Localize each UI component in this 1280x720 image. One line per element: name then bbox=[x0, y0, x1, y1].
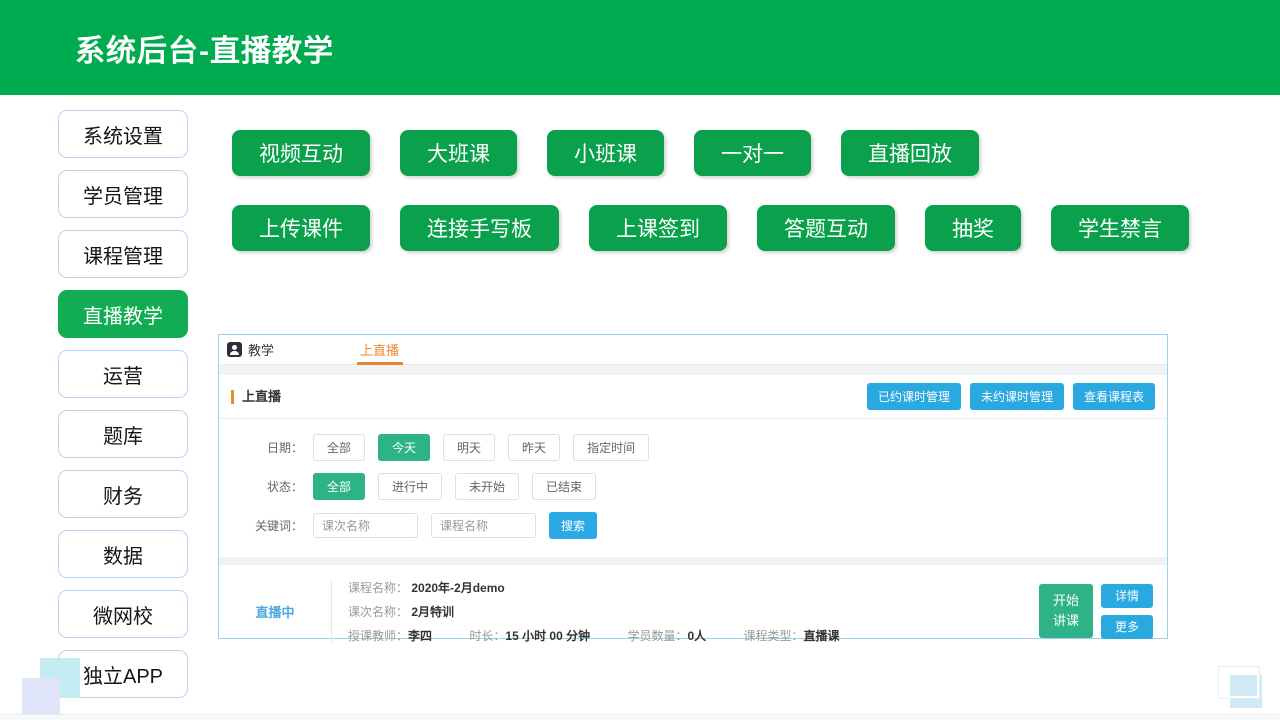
vertical-divider bbox=[331, 580, 332, 642]
feature-lottery-button[interactable]: 抽奖 bbox=[925, 205, 1021, 251]
filter-area: 日期： 全部 今天 明天 昨天 指定时间 状态： 全部 进行中 未开始 已结束 … bbox=[219, 419, 1167, 557]
sidebar-item-system-settings[interactable]: 系统设置 bbox=[58, 110, 188, 158]
sidebar-item-course-management[interactable]: 课程管理 bbox=[58, 230, 188, 278]
feature-large-class-button[interactable]: 大班课 bbox=[400, 130, 517, 176]
teacher-value: 李四 bbox=[408, 629, 432, 643]
date-filter-row: 日期： 全部 今天 明天 昨天 指定时间 bbox=[245, 434, 1167, 461]
sidebar-item-operations[interactable]: 运营 bbox=[58, 350, 188, 398]
section-header-row: 上直播 已约课时管理 未约课时管理 查看课程表 bbox=[219, 375, 1167, 419]
panel-divider-strip bbox=[219, 365, 1167, 375]
status-filter-row: 状态： 全部 进行中 未开始 已结束 bbox=[245, 473, 1167, 500]
duration-label: 时长： bbox=[469, 629, 505, 643]
feature-buttons: 视频互动 大班课 小班课 一对一 直播回放 上传课件 连接手写板 上课签到 答题… bbox=[232, 130, 1189, 280]
sidebar-item-live-teaching[interactable]: 直播教学 bbox=[58, 290, 188, 338]
feature-row-1: 视频互动 大班课 小班课 一对一 直播回放 bbox=[232, 130, 1189, 176]
tab-live-broadcast[interactable]: 上直播 bbox=[360, 335, 399, 364]
status-chip-all[interactable]: 全部 bbox=[313, 473, 365, 500]
session-name-line: 课次名称： 2月特训 bbox=[348, 603, 1039, 620]
course-type-value: 直播课 bbox=[804, 629, 840, 643]
booked-lessons-button[interactable]: 已约课时管理 bbox=[867, 383, 961, 410]
status-filter-label: 状态： bbox=[245, 478, 303, 495]
date-chip-tomorrow[interactable]: 明天 bbox=[443, 434, 495, 461]
status-chip-ended[interactable]: 已结束 bbox=[532, 473, 596, 500]
detail-button[interactable]: 详情 bbox=[1101, 584, 1153, 608]
feature-video-interaction-button[interactable]: 视频互动 bbox=[232, 130, 370, 176]
teacher-label: 授课教师： bbox=[348, 629, 408, 643]
keyword-filter-label: 关键词： bbox=[245, 517, 303, 534]
page-title: 系统后台-直播教学 bbox=[0, 26, 334, 70]
section-title: 上直播 bbox=[231, 390, 281, 404]
duration-value: 15 小时 00 分钟 bbox=[505, 629, 590, 643]
panel-app-title: 教学 bbox=[248, 340, 274, 359]
page-header: 系统后台-直播教学 bbox=[0, 0, 1280, 95]
date-filter-label: 日期： bbox=[245, 439, 303, 456]
session-name-label: 课次名称： bbox=[348, 605, 408, 619]
teaching-app-icon bbox=[227, 342, 242, 357]
course-actions: 开始 讲课 详情 更多 bbox=[1039, 584, 1153, 639]
course-name-input[interactable] bbox=[431, 513, 536, 538]
feature-one-on-one-button[interactable]: 一对一 bbox=[694, 130, 811, 176]
sidebar-item-micro-school[interactable]: 微网校 bbox=[58, 590, 188, 638]
course-name-line: 课程名称： 2020年-2月demo bbox=[348, 579, 1039, 596]
students-label: 学员数量： bbox=[627, 629, 687, 643]
date-chip-all[interactable]: 全部 bbox=[313, 434, 365, 461]
mini-button-column: 详情 更多 bbox=[1101, 584, 1153, 639]
feature-connect-tablet-button[interactable]: 连接手写板 bbox=[400, 205, 559, 251]
feature-upload-courseware-button[interactable]: 上传课件 bbox=[232, 205, 370, 251]
bottom-edge-strip bbox=[0, 714, 1280, 720]
sidebar-item-question-bank[interactable]: 题库 bbox=[58, 410, 188, 458]
start-teaching-line2: 讲课 bbox=[1053, 611, 1079, 631]
search-button[interactable]: 搜索 bbox=[549, 512, 597, 539]
feature-quiz-interaction-button[interactable]: 答题互动 bbox=[757, 205, 895, 251]
course-name-label: 课程名称： bbox=[348, 581, 408, 595]
feature-row-2: 上传课件 连接手写板 上课签到 答题互动 抽奖 学生禁言 bbox=[232, 205, 1189, 251]
date-chip-today[interactable]: 今天 bbox=[378, 434, 430, 461]
start-teaching-line1: 开始 bbox=[1053, 591, 1079, 611]
admin-panel: 教学 上直播 上直播 已约课时管理 未约课时管理 查看课程表 日期： 全部 今天… bbox=[218, 334, 1168, 639]
course-meta-line: 授课教师：李四 时长：15 小时 00 分钟 学员数量：0人 课程类型：直播课 bbox=[348, 627, 1039, 644]
section-actions: 已约课时管理 未约课时管理 查看课程表 bbox=[867, 383, 1155, 410]
unbooked-lessons-button[interactable]: 未约课时管理 bbox=[970, 383, 1064, 410]
decoration-square-outline bbox=[1219, 667, 1259, 698]
course-type-label: 课程类型： bbox=[743, 629, 803, 643]
decoration-square-lavender bbox=[22, 678, 60, 716]
sidebar-item-student-management[interactable]: 学员管理 bbox=[58, 170, 188, 218]
panel-divider-strip-2 bbox=[219, 557, 1167, 565]
date-chip-yesterday[interactable]: 昨天 bbox=[508, 434, 560, 461]
panel-tab-bar: 教学 上直播 bbox=[219, 335, 1167, 365]
feature-class-signin-button[interactable]: 上课签到 bbox=[589, 205, 727, 251]
students-value: 0人 bbox=[687, 629, 706, 643]
course-status-badge: 直播中 bbox=[219, 602, 331, 621]
course-name-value: 2020年-2月demo bbox=[411, 581, 504, 595]
keyword-filter-row: 关键词： 搜索 bbox=[245, 512, 1167, 539]
start-teaching-button[interactable]: 开始 讲课 bbox=[1039, 584, 1093, 638]
date-chip-custom[interactable]: 指定时间 bbox=[573, 434, 649, 461]
sidebar-item-data[interactable]: 数据 bbox=[58, 530, 188, 578]
view-timetable-button[interactable]: 查看课程表 bbox=[1073, 383, 1155, 410]
more-button[interactable]: 更多 bbox=[1101, 615, 1153, 639]
feature-live-replay-button[interactable]: 直播回放 bbox=[841, 130, 979, 176]
status-chip-not-started[interactable]: 未开始 bbox=[455, 473, 519, 500]
session-name-input[interactable] bbox=[313, 513, 418, 538]
course-row: 直播中 课程名称： 2020年-2月demo 课次名称： 2月特训 授课教师：李… bbox=[219, 565, 1167, 657]
sidebar-item-finance[interactable]: 财务 bbox=[58, 470, 188, 518]
feature-small-class-button[interactable]: 小班课 bbox=[547, 130, 664, 176]
sidebar: 系统设置 学员管理 课程管理 直播教学 运营 题库 财务 数据 微网校 独立AP… bbox=[58, 110, 188, 698]
status-chip-in-progress[interactable]: 进行中 bbox=[378, 473, 442, 500]
course-info: 课程名称： 2020年-2月demo 课次名称： 2月特训 授课教师：李四 时长… bbox=[348, 572, 1039, 651]
feature-mute-student-button[interactable]: 学生禁言 bbox=[1051, 205, 1189, 251]
session-name-value: 2月特训 bbox=[411, 605, 454, 619]
